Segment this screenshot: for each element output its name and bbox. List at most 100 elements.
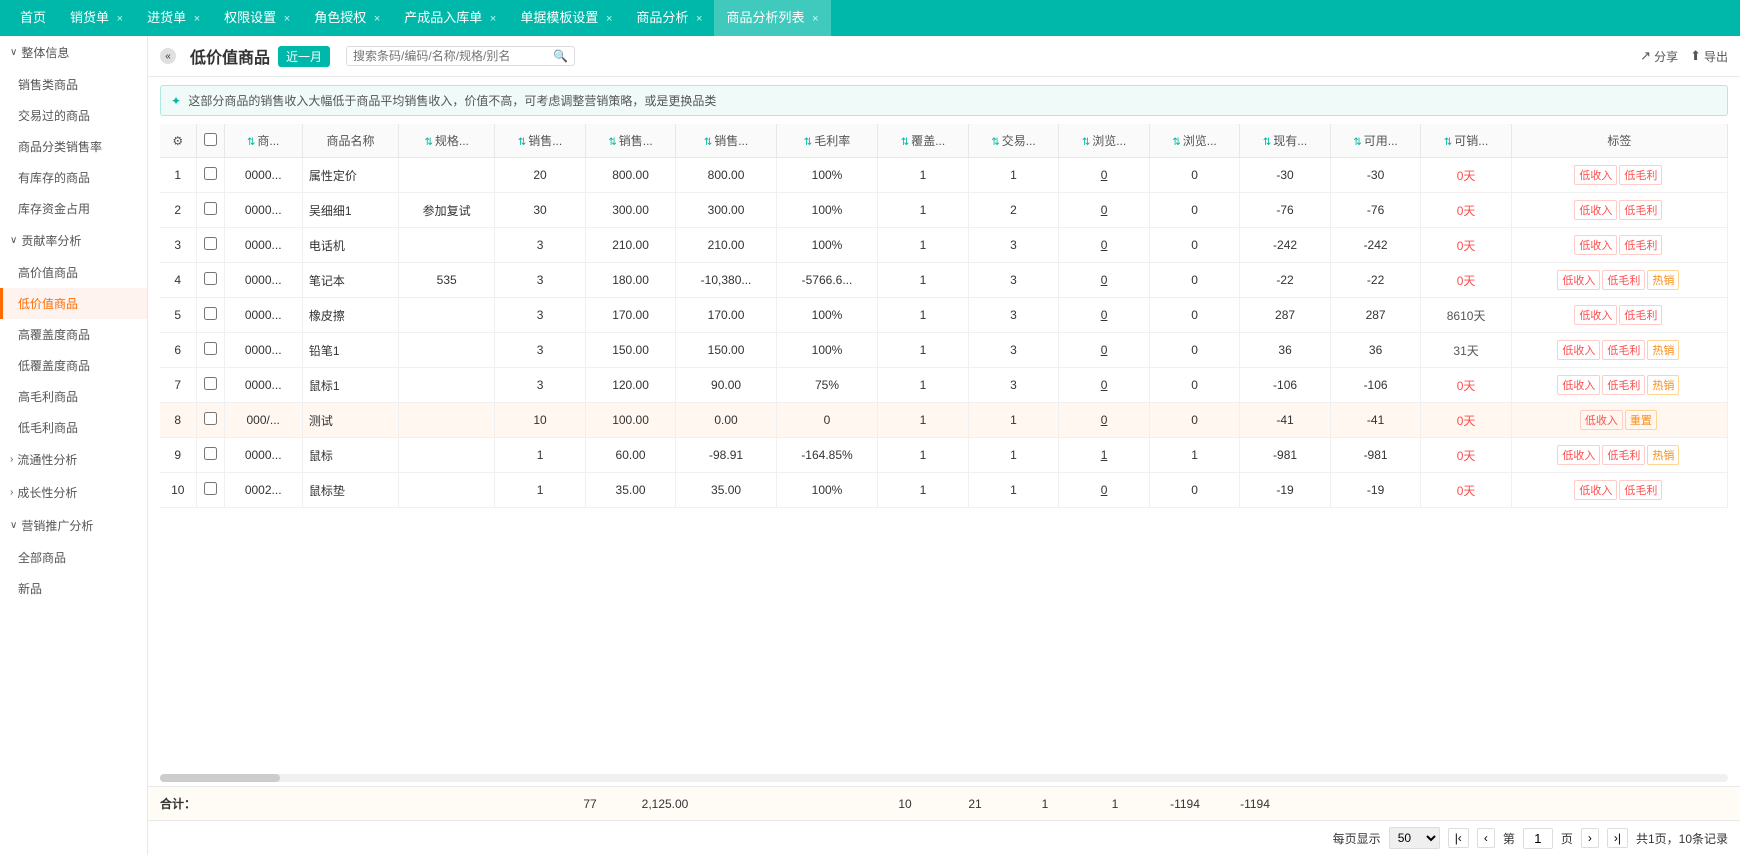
close-icon[interactable]: ×: [490, 13, 496, 25]
row-checkbox[interactable]: [204, 482, 217, 495]
sort-icon[interactable]: ⇅: [1263, 137, 1271, 148]
export-button[interactable]: ⬆ 导出: [1690, 48, 1728, 65]
sort-icon[interactable]: ⇅: [1172, 137, 1180, 148]
share-button[interactable]: ↗ 分享: [1640, 48, 1678, 65]
cell-view1[interactable]: 0: [1059, 403, 1150, 438]
first-page-button[interactable]: |‹: [1448, 828, 1469, 848]
close-icon[interactable]: ×: [284, 13, 290, 25]
view1-link[interactable]: 0: [1101, 343, 1108, 357]
cell-view1[interactable]: 0: [1059, 298, 1150, 333]
cell-view1[interactable]: 0: [1059, 263, 1150, 298]
nav-item-products[interactable]: 产成品入库单 ×: [392, 0, 508, 36]
sidebar-section-overall[interactable]: ∨ 整体信息: [0, 36, 147, 69]
cell-view1[interactable]: 0: [1059, 228, 1150, 263]
sidebar-section-circulation[interactable]: › 流通性分析: [0, 443, 147, 476]
collapse-button[interactable]: «: [160, 48, 176, 64]
row-checkbox[interactable]: [204, 342, 217, 355]
cell-view1[interactable]: 1: [1059, 438, 1150, 473]
sort-icon[interactable]: ⇅: [247, 137, 255, 148]
view1-link[interactable]: 1: [1101, 448, 1108, 462]
nav-item-home[interactable]: 首页: [8, 0, 58, 36]
cell-checkbox[interactable]: [196, 193, 224, 228]
row-checkbox[interactable]: [204, 167, 217, 180]
cell-checkbox[interactable]: [196, 438, 224, 473]
row-checkbox[interactable]: [204, 377, 217, 390]
row-checkbox[interactable]: [204, 237, 217, 250]
sidebar-item-stock-capital[interactable]: 库存资金占用: [0, 193, 147, 224]
sort-icon[interactable]: ⇅: [608, 137, 616, 148]
page-size-select[interactable]: 50 100: [1389, 827, 1440, 849]
sidebar-item-low-coverage[interactable]: 低覆盖度商品: [0, 350, 147, 381]
cell-view1[interactable]: 0: [1059, 158, 1150, 193]
sort-icon[interactable]: ⇅: [518, 137, 526, 148]
sidebar-item-low-margin[interactable]: 低毛利商品: [0, 412, 147, 443]
next-page-button[interactable]: ›: [1581, 828, 1599, 848]
close-icon[interactable]: ×: [606, 13, 612, 25]
sort-icon[interactable]: ⇅: [1444, 137, 1452, 148]
view1-link[interactable]: 0: [1101, 203, 1108, 217]
view1-link[interactable]: 0: [1101, 168, 1108, 182]
view1-link[interactable]: 0: [1101, 413, 1108, 427]
close-icon[interactable]: ×: [117, 13, 123, 25]
view1-link[interactable]: 0: [1101, 308, 1108, 322]
col-checkbox[interactable]: [196, 124, 224, 158]
close-icon[interactable]: ×: [812, 13, 818, 25]
row-checkbox[interactable]: [204, 412, 217, 425]
nav-item-purchase[interactable]: 进货单 ×: [135, 0, 212, 36]
sidebar-item-new-products[interactable]: 新品: [0, 573, 147, 604]
sidebar-item-high-value[interactable]: 高价值商品: [0, 257, 147, 288]
col-settings[interactable]: ⚙: [160, 124, 196, 158]
cell-checkbox[interactable]: [196, 403, 224, 438]
sidebar-item-category-rate[interactable]: 商品分类销售率: [0, 131, 147, 162]
sort-icon[interactable]: ⇅: [704, 137, 712, 148]
close-icon[interactable]: ×: [696, 13, 702, 25]
sidebar-item-high-margin[interactable]: 高毛利商品: [0, 381, 147, 412]
cell-checkbox[interactable]: [196, 333, 224, 368]
horizontal-scrollbar[interactable]: [160, 774, 1728, 782]
nav-item-analysis[interactable]: 商品分析 ×: [624, 0, 714, 36]
prev-page-button[interactable]: ‹: [1477, 828, 1495, 848]
cell-view1[interactable]: 0: [1059, 473, 1150, 508]
nav-item-sales[interactable]: 销货单 ×: [58, 0, 135, 36]
row-checkbox[interactable]: [204, 447, 217, 460]
nav-item-permissions[interactable]: 权限设置 ×: [212, 0, 302, 36]
sort-icon[interactable]: ⇅: [1082, 137, 1090, 148]
cell-checkbox[interactable]: [196, 228, 224, 263]
search-input[interactable]: [353, 49, 553, 63]
sidebar-section-contribution[interactable]: ∨ 贡献率分析: [0, 224, 147, 257]
sort-icon[interactable]: ⇅: [991, 137, 999, 148]
cell-view1[interactable]: 0: [1059, 193, 1150, 228]
close-icon[interactable]: ×: [194, 13, 200, 25]
sidebar-item-high-coverage[interactable]: 高覆盖度商品: [0, 319, 147, 350]
cell-view1[interactable]: 0: [1059, 368, 1150, 403]
time-filter-button[interactable]: 近一月: [278, 46, 330, 67]
search-icon[interactable]: 🔍: [553, 49, 568, 63]
sort-icon[interactable]: ⇅: [901, 137, 909, 148]
row-checkbox[interactable]: [204, 272, 217, 285]
close-icon[interactable]: ×: [374, 13, 380, 25]
sidebar-section-growth[interactable]: › 成长性分析: [0, 476, 147, 509]
row-checkbox[interactable]: [204, 307, 217, 320]
sidebar-item-all-products[interactable]: 全部商品: [0, 542, 147, 573]
sidebar-item-stock-products[interactable]: 有库存的商品: [0, 162, 147, 193]
sort-icon[interactable]: ⇅: [1353, 137, 1361, 148]
nav-item-analysis-list[interactable]: 商品分析列表 ×: [714, 0, 830, 36]
sidebar-item-sales-products[interactable]: 销售类商品: [0, 69, 147, 100]
view1-link[interactable]: 0: [1101, 238, 1108, 252]
cell-checkbox[interactable]: [196, 298, 224, 333]
sidebar-section-marketing[interactable]: ∨ 营销推广分析: [0, 509, 147, 542]
sidebar-item-low-value[interactable]: 低价值商品: [0, 288, 147, 319]
cell-checkbox[interactable]: [196, 158, 224, 193]
nav-item-template[interactable]: 单据模板设置 ×: [508, 0, 624, 36]
view1-link[interactable]: 0: [1101, 273, 1108, 287]
last-page-button[interactable]: ›|: [1607, 828, 1628, 848]
cell-checkbox[interactable]: [196, 368, 224, 403]
scrollbar-thumb[interactable]: [160, 774, 280, 782]
cell-view1[interactable]: 0: [1059, 333, 1150, 368]
sort-icon[interactable]: ⇅: [804, 137, 812, 148]
view1-link[interactable]: 0: [1101, 378, 1108, 392]
nav-item-roles[interactable]: 角色授权 ×: [302, 0, 392, 36]
cell-checkbox[interactable]: [196, 473, 224, 508]
page-number-input[interactable]: [1523, 828, 1553, 849]
sort-icon[interactable]: ⇅: [424, 137, 432, 148]
